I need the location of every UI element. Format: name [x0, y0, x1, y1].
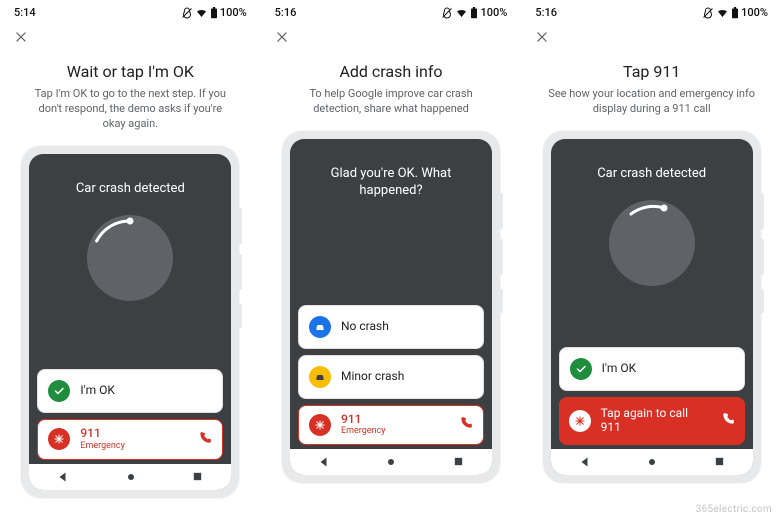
- phone-icon: [459, 416, 473, 433]
- phone-screen: Car crash detected I'm OK Tap again to c…: [551, 139, 753, 475]
- screen-3: 5:16 100% Tap 911 See how your location …: [521, 0, 782, 521]
- status-icons: 100%: [181, 6, 247, 19]
- phone-mock: Car crash detected I'm OK 911: [21, 146, 239, 498]
- close-icon[interactable]: [535, 29, 549, 48]
- android-navbar: [290, 449, 492, 475]
- nav-home-icon[interactable]: [125, 471, 137, 483]
- watermark: 365electric.com: [696, 504, 772, 515]
- clock: 5:14: [14, 6, 36, 19]
- battery-pct: 100%: [480, 6, 507, 19]
- 911-label: 911: [341, 413, 449, 427]
- im-ok-label: I'm OK: [602, 362, 734, 376]
- status-bar: 5:16 100%: [267, 4, 516, 23]
- crash-title: Car crash detected: [76, 180, 185, 198]
- asterisk-icon: [309, 414, 331, 436]
- nav-back-icon[interactable]: [318, 456, 330, 468]
- wifi-icon: [455, 7, 468, 19]
- crash-title: Car crash detected: [597, 165, 706, 183]
- battery-icon: [210, 7, 218, 19]
- clock: 5:16: [275, 6, 297, 19]
- android-navbar: [551, 449, 753, 475]
- call-911-button[interactable]: 911 Emergency: [298, 405, 484, 445]
- phone-mock: Car crash detected I'm OK Tap again to c…: [543, 131, 761, 483]
- crash-icon: [309, 366, 331, 388]
- minor-crash-label: Minor crash: [341, 370, 473, 384]
- screen-1: 5:14 100% Wait or tap I'm OK Tap I'm OK …: [0, 0, 261, 521]
- no-crash-label: No crash: [341, 320, 473, 334]
- screens-row: 5:14 100% Wait or tap I'm OK Tap I'm OK …: [0, 0, 782, 521]
- action-cards: No crash Minor crash 911 Emergency: [290, 305, 492, 449]
- minor-crash-button[interactable]: Minor crash: [298, 355, 484, 399]
- nav-recent-icon[interactable]: [714, 456, 725, 467]
- crash-title: Glad you're OK. What happened?: [290, 165, 492, 200]
- close-icon[interactable]: [14, 29, 28, 48]
- status-bar: 5:14 100%: [6, 4, 255, 23]
- nav-home-icon[interactable]: [385, 456, 397, 468]
- page-headline: Tap 911: [623, 62, 680, 81]
- status-icons: 100%: [702, 6, 768, 19]
- asterisk-icon: [48, 428, 70, 450]
- action-cards: I'm OK 911 Emergency: [29, 369, 231, 463]
- nav-back-icon[interactable]: [579, 456, 591, 468]
- car-icon: [309, 316, 331, 338]
- 911-secondary: Emergency: [80, 441, 188, 451]
- page-headline: Wait or tap I'm OK: [67, 62, 194, 81]
- android-navbar: [29, 464, 231, 490]
- battery-icon: [470, 7, 478, 19]
- status-icons: 100%: [441, 6, 507, 19]
- im-ok-label: I'm OK: [80, 384, 212, 398]
- close-icon[interactable]: [275, 29, 289, 48]
- status-bar: 5:16 100%: [527, 4, 776, 23]
- battery-icon: [731, 7, 739, 19]
- battery-pct: 100%: [220, 6, 247, 19]
- dnd-icon: [441, 7, 453, 19]
- call-911-button[interactable]: 911 Emergency: [37, 419, 223, 459]
- im-ok-button[interactable]: I'm OK: [37, 369, 223, 413]
- wifi-icon: [716, 7, 729, 19]
- phone-screen: Car crash detected I'm OK 911: [29, 154, 231, 490]
- action-cards: I'm OK Tap again to call 911: [551, 347, 753, 449]
- asterisk-icon: [569, 410, 591, 432]
- dnd-icon: [181, 7, 193, 19]
- no-crash-button[interactable]: No crash: [298, 305, 484, 349]
- countdown-spinner: [87, 215, 173, 301]
- page-sub: To help Google improve car crash detecti…: [267, 87, 516, 117]
- page-sub: Tap I'm OK to go to the next step. If yo…: [6, 87, 255, 132]
- tap-again-911-button[interactable]: Tap again to call 911: [559, 397, 745, 445]
- dnd-icon: [702, 7, 714, 19]
- nav-back-icon[interactable]: [57, 471, 69, 483]
- nav-home-icon[interactable]: [646, 456, 658, 468]
- nav-recent-icon[interactable]: [453, 456, 464, 467]
- clock: 5:16: [535, 6, 557, 19]
- 911-secondary: Emergency: [341, 426, 449, 436]
- 911-label: 911: [80, 427, 188, 441]
- page-headline: Add crash info: [339, 62, 442, 81]
- phone-icon: [198, 431, 212, 448]
- phone-mock: Glad you're OK. What happened? No crash …: [282, 131, 500, 483]
- phone-screen: Glad you're OK. What happened? No crash …: [290, 139, 492, 475]
- page-sub: See how your location and emergency info…: [527, 87, 776, 117]
- tap-again-label: Tap again to call 911: [601, 407, 711, 435]
- screen-2: 5:16 100% Add crash info To help Google …: [261, 0, 522, 521]
- countdown-spinner: [609, 200, 695, 286]
- phone-icon: [721, 412, 735, 429]
- check-icon: [570, 358, 592, 380]
- check-icon: [48, 380, 70, 402]
- wifi-icon: [195, 7, 208, 19]
- im-ok-button[interactable]: I'm OK: [559, 347, 745, 391]
- nav-recent-icon[interactable]: [192, 471, 203, 482]
- battery-pct: 100%: [741, 6, 768, 19]
